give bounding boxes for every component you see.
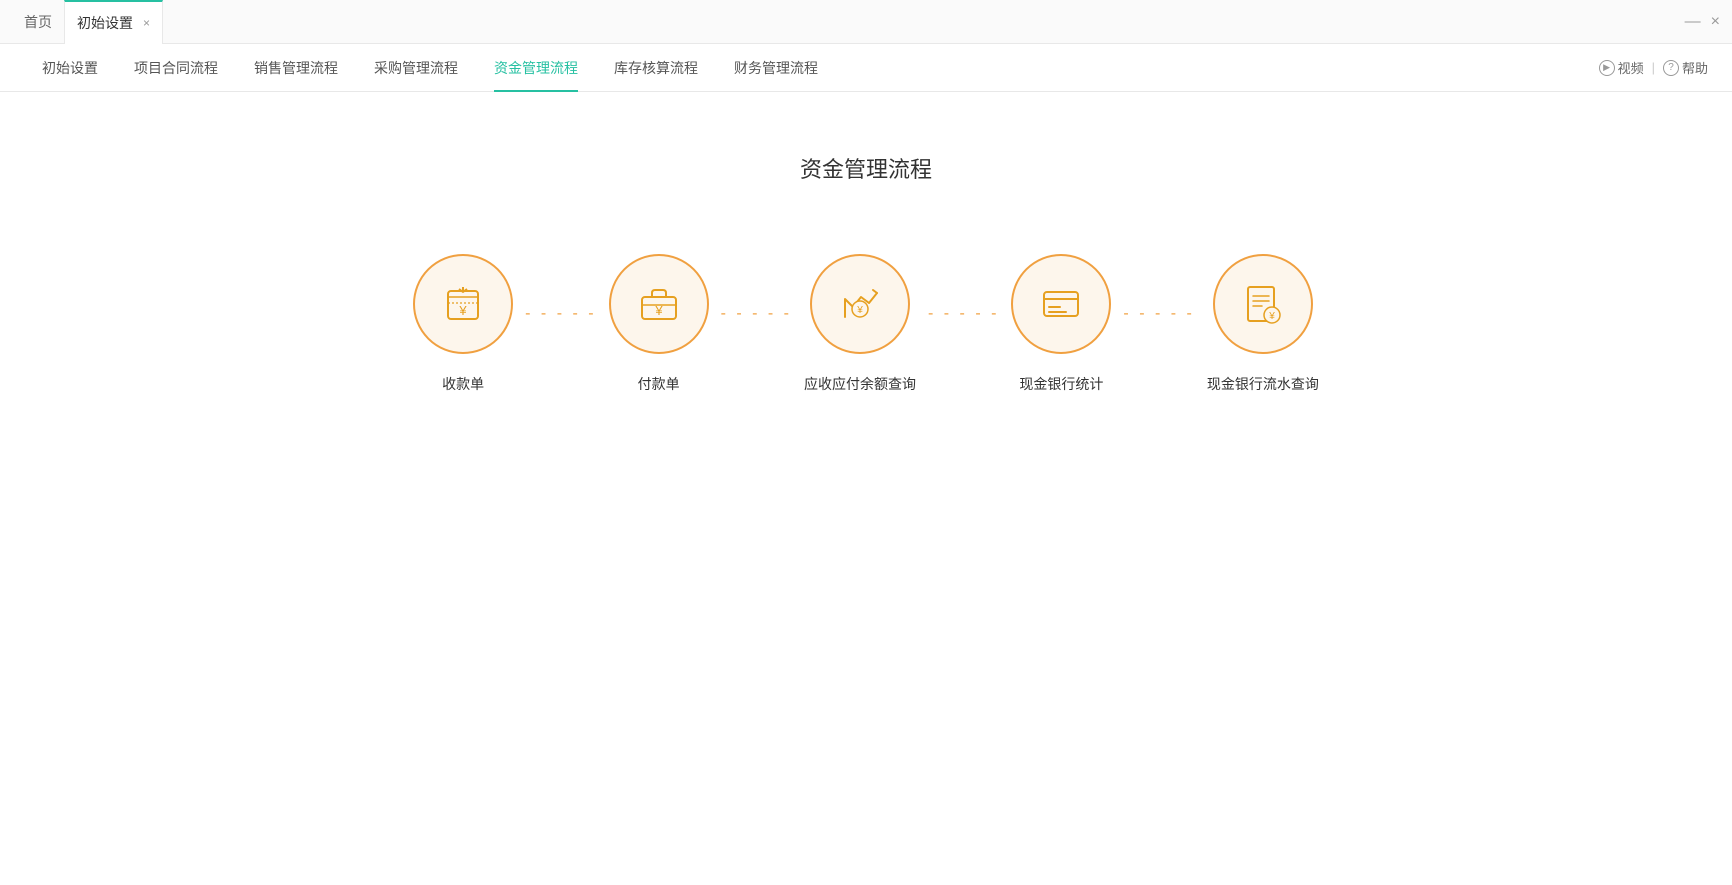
dots-icon-4: - - - - -	[1123, 305, 1194, 323]
flow-container: ¥ 收款单 - - - - - ¥	[413, 254, 1319, 394]
dots-icon-2: - - - - -	[721, 305, 792, 323]
flow-circle-liushui[interactable]: ¥	[1213, 254, 1313, 354]
flow-item-liushui: ¥ 现金银行流水查询	[1207, 254, 1319, 394]
nav-help-btn[interactable]: ? 帮助	[1663, 58, 1708, 77]
flow-item-yingshouyue: ¥ 应收应付余额查询	[804, 254, 916, 394]
nav-item-chushishezhi[interactable]: 初始设置	[24, 44, 116, 92]
chart-yuan-icon: ¥	[835, 279, 885, 329]
nav-item-kucunhesuan[interactable]: 库存核算流程	[596, 44, 716, 92]
video-label: 视频	[1618, 58, 1644, 77]
minimize-icon[interactable]: —	[1685, 13, 1701, 31]
nav-item-zijinguanli[interactable]: 资金管理流程	[476, 44, 596, 92]
flow-circle-xianjinyinhang[interactable]	[1011, 254, 1111, 354]
video-circle-icon: ▶	[1599, 60, 1615, 76]
flow-label-fukuan: 付款单	[638, 374, 680, 394]
connector-4: - - - - -	[1111, 305, 1206, 323]
flow-label-shoukuan: 收款单	[442, 374, 484, 394]
svg-text:¥: ¥	[1268, 311, 1275, 322]
connector-3: - - - - -	[916, 305, 1011, 323]
flow-item-xianjinyinhang: 现金银行统计	[1011, 254, 1111, 394]
nav-bar: 初始设置 项目合同流程 销售管理流程 采购管理流程 资金管理流程 库存核算流程 …	[0, 44, 1732, 92]
flow-label-liushui: 现金银行流水查询	[1207, 374, 1319, 394]
tab-close-btn[interactable]: ×	[143, 16, 150, 30]
nav-sep: |	[1652, 60, 1655, 75]
flow-circle-shoukuan[interactable]: ¥	[413, 254, 513, 354]
nav-item-caigouguanli[interactable]: 采购管理流程	[356, 44, 476, 92]
help-circle-icon: ?	[1663, 60, 1679, 76]
case-yuan-icon: ¥	[634, 279, 684, 329]
flow-circle-fukuan[interactable]: ¥	[609, 254, 709, 354]
connector-2: - - - - -	[709, 305, 804, 323]
active-tab[interactable]: 初始设置 ×	[64, 0, 163, 44]
active-tab-label: 初始设置	[77, 13, 133, 33]
nav-item-caiwuguanli[interactable]: 财务管理流程	[716, 44, 836, 92]
connector-1: - - - - -	[513, 305, 608, 323]
main-content: 资金管理流程 ¥ 收款单 - - - - -	[0, 92, 1732, 394]
receipt-yuan-icon: ¥	[438, 279, 488, 329]
page-title: 资金管理流程	[800, 152, 932, 184]
top-bar: 首页 初始设置 × — ×	[0, 0, 1732, 44]
nav-right: ▶ 视频 | ? 帮助	[1599, 58, 1708, 77]
dots-icon-3: - - - - -	[928, 305, 999, 323]
svg-text:¥: ¥	[654, 303, 663, 318]
window-close-icon[interactable]: ×	[1711, 13, 1720, 31]
flow-item-fukuan: ¥ 付款单	[609, 254, 709, 394]
dots-icon-1: - - - - -	[525, 305, 596, 323]
svg-text:¥: ¥	[459, 303, 468, 318]
flow-circle-yingshouyue[interactable]: ¥	[810, 254, 910, 354]
nav-item-xiangmuhetong[interactable]: 项目合同流程	[116, 44, 236, 92]
bank-lines-icon	[1036, 279, 1086, 329]
help-label: 帮助	[1682, 58, 1708, 77]
flow-label-yingshouyue: 应收应付余额查询	[804, 374, 916, 394]
flow-item-shoukuan: ¥ 收款单	[413, 254, 513, 394]
report-yuan-icon: ¥	[1238, 279, 1288, 329]
nav-item-xiaoshouguanli[interactable]: 销售管理流程	[236, 44, 356, 92]
svg-text:¥: ¥	[856, 305, 863, 316]
window-controls: — ×	[1685, 0, 1732, 44]
nav-video-btn[interactable]: ▶ 视频	[1599, 58, 1644, 77]
home-tab[interactable]: 首页	[12, 0, 64, 44]
flow-label-xianjinyinhang: 现金银行统计	[1019, 374, 1103, 394]
